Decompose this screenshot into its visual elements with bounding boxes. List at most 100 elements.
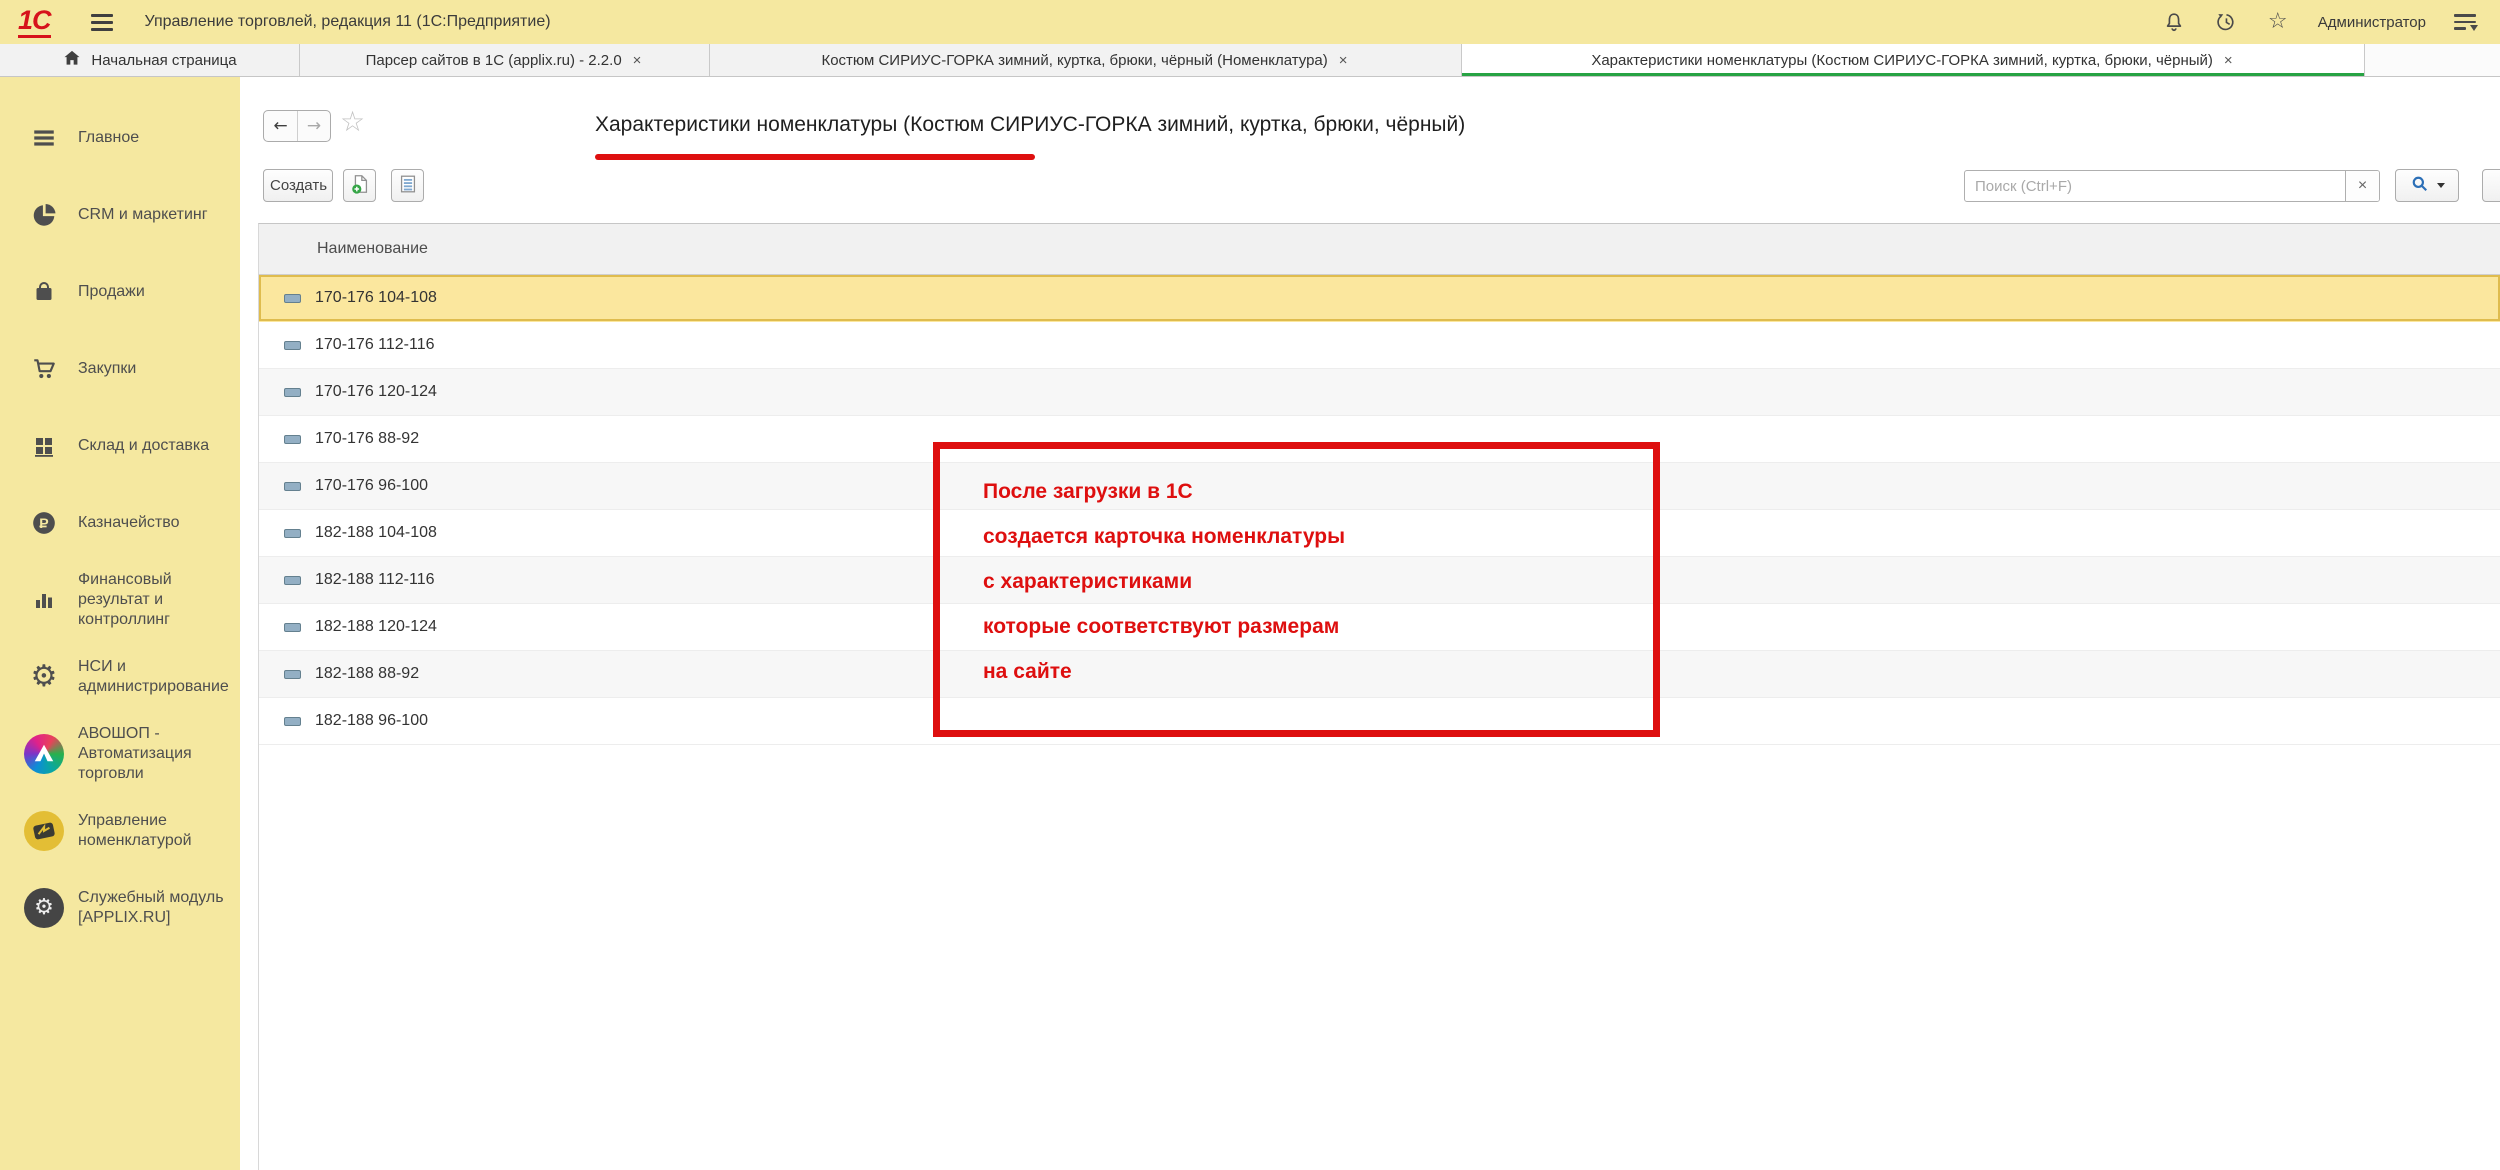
shopping-cart-icon xyxy=(24,349,64,389)
tab-label: Начальная страница xyxy=(91,51,237,69)
row-label: 182-188 104-108 xyxy=(315,524,437,541)
create-button[interactable]: Создать xyxy=(263,169,333,202)
table-row[interactable]: 170-176 96-100 xyxy=(259,463,2500,510)
favorite-star-icon[interactable]: ☆ xyxy=(340,108,365,136)
service-menu-icon[interactable] xyxy=(2454,14,2478,31)
avoshop-logo xyxy=(24,733,64,774)
search-icon xyxy=(2410,174,2430,198)
tab-close-icon[interactable]: × xyxy=(631,52,644,69)
row-label: 182-188 112-116 xyxy=(315,571,435,588)
characteristic-icon xyxy=(284,622,301,632)
table-row[interactable]: 170-176 120-124 xyxy=(259,369,2500,416)
warehouse-icon xyxy=(24,426,64,466)
ruble-coin-icon: P xyxy=(24,503,64,543)
dropdown-caret-icon xyxy=(2436,183,2445,188)
row-label: 182-188 96-100 xyxy=(315,712,428,729)
tab-label: Характеристики номенклатуры (Костюм СИРИ… xyxy=(1591,51,2213,69)
table-row[interactable]: 170-176 88-92 xyxy=(259,416,2500,463)
notifications-bell-icon[interactable] xyxy=(2162,10,2186,34)
history-nav-group: ← → xyxy=(263,110,331,142)
characteristic-icon xyxy=(284,669,301,679)
column-header-name[interactable]: Наименование xyxy=(259,224,2500,275)
row-label: 170-176 112-116 xyxy=(315,336,435,353)
app-title: Управление торговлей, редакция 11 (1С:Пр… xyxy=(144,13,551,30)
nomenclature-logo xyxy=(24,810,64,851)
titlebar: 1С Управление торговлей, редакция 11 (1С… xyxy=(0,0,2500,44)
tab-parser[interactable]: Парсер сайтов в 1С (applix.ru) - 2.2.0 × xyxy=(300,44,710,76)
characteristic-icon xyxy=(284,293,301,303)
sidebar-item-sales[interactable]: Продажи xyxy=(0,253,240,330)
page-title-suffix: (Костюм СИРИУС-ГОРКА зимний, куртка, брю… xyxy=(897,113,1466,136)
page-title-main: Характеристики номенклатуры xyxy=(595,113,898,136)
sidebar-item-avoshop[interactable]: АВОШОП - Автоматизация торговли xyxy=(0,715,240,792)
characteristic-icon xyxy=(284,716,301,726)
gear-icon: ⚙ xyxy=(30,658,58,694)
menu-icon xyxy=(24,118,64,158)
row-label: 170-176 120-124 xyxy=(315,383,437,400)
table-row[interactable]: 170-176 112-116 xyxy=(259,322,2500,369)
characteristic-icon xyxy=(284,387,301,397)
tab-bar: Начальная страница Парсер сайтов в 1С (a… xyxy=(0,44,2500,77)
characteristic-icon xyxy=(284,481,301,491)
row-label: 170-176 96-100 xyxy=(315,477,428,494)
characteristic-icon xyxy=(284,575,301,585)
current-user-label: Администратор xyxy=(2317,13,2426,31)
table-row[interactable]: 182-188 96-100 xyxy=(259,698,2500,745)
characteristic-icon xyxy=(284,340,301,350)
tab-home-page[interactable]: Начальная страница xyxy=(0,44,300,76)
tab-characteristics[interactable]: Характеристики номенклатуры (Костюм СИРИ… xyxy=(1462,44,2365,76)
row-label: 170-176 104-108 xyxy=(315,289,437,306)
shopping-bag-icon xyxy=(24,272,64,312)
row-label: 182-188 88-92 xyxy=(315,665,420,682)
history-icon[interactable] xyxy=(2214,10,2238,34)
favorites-star-icon[interactable]: ☆ xyxy=(2266,10,2290,34)
back-button[interactable]: ← xyxy=(264,111,297,141)
sidebar-item-warehouse[interactable]: Склад и доставка xyxy=(0,407,240,484)
sidebar-item-crm[interactable]: CRM и маркетинг xyxy=(0,176,240,253)
sidebar-item-nsi-admin[interactable]: ⚙ НСИ и администрирование xyxy=(0,638,240,715)
tab-nomenclature-card[interactable]: Костюм СИРИУС-ГОРКА зимний, куртка, брюк… xyxy=(710,44,1462,76)
row-label: 170-176 88-92 xyxy=(315,430,420,447)
tab-label: Костюм СИРИУС-ГОРКА зимний, куртка, брюк… xyxy=(821,51,1328,69)
search-input[interactable] xyxy=(1965,171,2345,201)
service-module-logo: ⚙ xyxy=(24,887,64,928)
home-icon xyxy=(62,48,82,72)
tab-close-icon[interactable]: × xyxy=(1337,52,1350,69)
search-clear-button[interactable]: × xyxy=(2345,171,2379,201)
list-view-button[interactable] xyxy=(391,169,424,202)
page-title: Характеристики номенклатуры (Костюм СИРИ… xyxy=(595,113,1465,137)
sidebar-item-purchases[interactable]: Закупки xyxy=(0,330,240,407)
forward-button[interactable]: → xyxy=(297,111,330,141)
search-box: × xyxy=(1964,170,2380,202)
pie-chart-icon xyxy=(24,195,64,235)
row-label: 182-188 120-124 xyxy=(315,618,437,635)
create-copy-button[interactable] xyxy=(343,169,376,202)
table-row[interactable]: 182-188 112-116 xyxy=(259,557,2500,604)
main-menu-icon[interactable] xyxy=(90,13,113,31)
tab-label: Парсер сайтов в 1С (applix.ru) - 2.2.0 xyxy=(365,51,622,69)
main-content: ← → ☆ Характеристики номенклатуры (Костю… xyxy=(240,77,2500,1170)
sidebar-item-nomenclature-mgmt[interactable]: Управление номенклатурой xyxy=(0,792,240,869)
table-row[interactable]: 170-176 104-108 xyxy=(259,275,2500,322)
bar-chart-icon xyxy=(24,580,64,620)
characteristic-icon xyxy=(284,528,301,538)
sidebar-item-treasury[interactable]: P Казначейство xyxy=(0,484,240,561)
sidebar-item-main[interactable]: Главное xyxy=(0,99,240,176)
sidebar-item-service-module[interactable]: ⚙ Служебный модуль [APPLIX.RU] xyxy=(0,869,240,946)
1c-logo: 1С xyxy=(18,6,52,38)
table-row[interactable]: 182-188 88-92 xyxy=(259,651,2500,698)
svg-text:P: P xyxy=(39,514,48,530)
characteristic-icon xyxy=(284,434,301,444)
search-options-button[interactable] xyxy=(2395,169,2459,202)
sidebar-item-finance[interactable]: Финансовый результат и контроллинг xyxy=(0,561,240,638)
sidebar: Главное CRM и маркетинг Продажи Закупки … xyxy=(0,77,240,1170)
table-row[interactable]: 182-188 104-108 xyxy=(259,510,2500,557)
app-window: 1С Управление торговлей, редакция 11 (1С… xyxy=(0,0,2500,1170)
more-button-partial[interactable] xyxy=(2482,169,2500,202)
characteristics-list: Наименование 170-176 104-108 170-176 112… xyxy=(258,223,2500,1170)
titlebar-actions: ☆ Администратор xyxy=(2162,10,2478,34)
tab-close-icon[interactable]: × xyxy=(2222,52,2235,69)
table-row[interactable]: 182-188 120-124 xyxy=(259,604,2500,651)
annotation-underline xyxy=(595,154,1035,160)
document-add-icon xyxy=(349,173,371,199)
